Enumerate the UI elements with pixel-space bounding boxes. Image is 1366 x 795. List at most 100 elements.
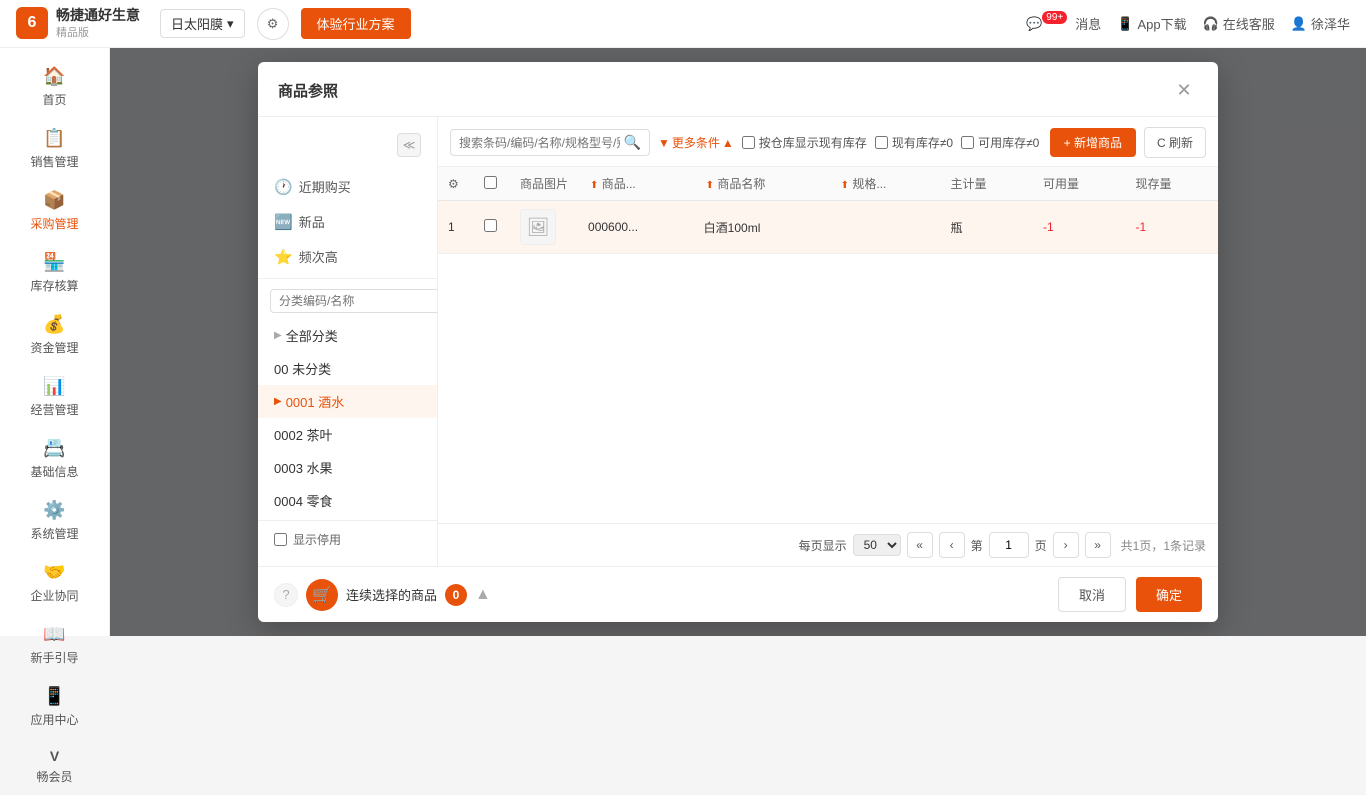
sidebar-label-finance: 资金管理 [30, 339, 78, 356]
cart-collapse-icon[interactable]: ▲ [475, 586, 491, 604]
cat-item-frequent-label: 频次高 [299, 247, 338, 266]
cart-area: ? 🛒 连续选择的商品 0 ▲ [274, 579, 1048, 611]
th-unit-label: 主计量 [951, 177, 987, 191]
cat-item-new[interactable]: 🆕 新品 [258, 204, 437, 239]
row-available: -1 [1033, 201, 1125, 254]
pagination: 每页显示 50 « ‹ 第 页 › » 共1页，1条记录 [438, 523, 1218, 566]
existing-stock-checkbox[interactable] [875, 136, 888, 149]
sort-icon: ⬆ [590, 180, 598, 191]
row-spec [829, 201, 941, 254]
user-nav-item[interactable]: 👤 徐泽华 [1291, 14, 1350, 33]
sidebar-item-procurement[interactable]: 📦 采购管理 [0, 180, 109, 242]
product-table: ⚙ 商品图片 ⬆ 商品... [438, 167, 1218, 254]
th-stock-label: 现存量 [1135, 177, 1171, 191]
page-label: 第 [971, 537, 983, 554]
th-spec-label: 规格... [852, 177, 886, 191]
confirm-button[interactable]: 确定 [1136, 577, 1202, 612]
product-search-input[interactable] [459, 136, 620, 150]
guide-icon: 📖 [43, 624, 65, 645]
store-selector[interactable]: 日太阳膜 ▾ [160, 9, 245, 38]
online-service-nav-item[interactable]: 🎧 在线客服 [1203, 14, 1275, 33]
th-name-label: 商品名称 [717, 177, 765, 191]
page-suffix: 页 [1035, 537, 1047, 554]
cat-snacks[interactable]: 0004 零食 [258, 484, 437, 517]
per-page-select[interactable]: 50 [853, 534, 901, 556]
sidebar-label-enterprise: 企业协同 [30, 587, 78, 604]
inventory-icon: 🏪 [43, 252, 65, 273]
logo-icon: 6 [16, 7, 48, 39]
recent-icon: 🕐 [274, 178, 293, 196]
home-icon: 🏠 [43, 66, 65, 87]
row-unit: 瓶 [941, 201, 1033, 254]
sidebar-item-finance[interactable]: 💰 资金管理 [0, 304, 109, 366]
filter-button[interactable]: ▼ 更多条件 ▲ [658, 134, 734, 151]
row-code: 000600... [578, 201, 694, 254]
search-button[interactable]: 🔍 [624, 134, 641, 151]
cat-search-input[interactable] [270, 289, 438, 313]
cat-tree: ▶ 全部分类 00 未分类 ▶ 0001 酒水 0002 茶 [258, 319, 437, 520]
close-button[interactable]: ✕ [1170, 76, 1198, 104]
cat-item-frequent[interactable]: ⭐ 频次高 [258, 239, 437, 274]
cat-uncategorized[interactable]: 00 未分类 [258, 352, 437, 385]
cat-liquor[interactable]: ▶ 0001 酒水 [258, 385, 437, 418]
next-page-button[interactable]: › [1053, 532, 1079, 558]
first-page-button[interactable]: « [907, 532, 933, 558]
cat-recent-section: 🕐 近期购买 🆕 新品 ⭐ 频次高 [258, 165, 437, 279]
table-row[interactable]: 1 🖼 000600... 白酒100ml [438, 201, 1218, 254]
online-service-label: 在线客服 [1223, 14, 1275, 33]
sidebar-item-system[interactable]: ⚙️ 系统管理 [0, 490, 109, 552]
sidebar-bottom: V 畅会员 [0, 738, 109, 795]
cat-all[interactable]: ▶ 全部分类 [258, 319, 437, 352]
available-stock-filter[interactable]: 可用库存≠0 [961, 134, 1039, 151]
sort-icon2: ⬆ [706, 180, 714, 191]
sidebar-label-sales: 销售管理 [30, 153, 78, 170]
sidebar-item-basic-info[interactable]: 📇 基础信息 [0, 428, 109, 490]
settings-icon[interactable]: ⚙ [257, 8, 289, 40]
add-product-button[interactable]: + 新增商品 [1050, 128, 1136, 157]
sidebar-item-operations[interactable]: 📊 经营管理 [0, 366, 109, 428]
cat-item-recent[interactable]: 🕐 近期购买 [258, 169, 437, 204]
cancel-button[interactable]: 取消 [1058, 577, 1126, 612]
sidebar-item-enterprise[interactable]: 🤝 企业协同 [0, 552, 109, 614]
sidebar-item-guide[interactable]: 📖 新手引导 [0, 614, 109, 676]
dialog-title: 商品参照 [278, 80, 338, 101]
cat-liquor-label: 0001 酒水 [286, 392, 345, 411]
finance-icon: 💰 [43, 314, 65, 335]
show-disabled-checkbox[interactable] [274, 533, 287, 546]
refresh-button[interactable]: C 刷新 [1144, 127, 1206, 158]
sidebar-item-home[interactable]: 🏠 首页 [0, 56, 109, 118]
cart-label: 连续选择的商品 [346, 585, 437, 604]
last-page-button[interactable]: » [1085, 532, 1111, 558]
show-disabled-label: 显示停用 [293, 531, 341, 548]
cat-tea[interactable]: 0002 茶叶 [258, 418, 437, 451]
trial-button[interactable]: 体验行业方案 [301, 8, 411, 39]
logo-text: 畅捷通好生意 [56, 7, 140, 24]
th-available-label: 可用量 [1043, 177, 1079, 191]
select-all-checkbox[interactable] [484, 176, 497, 189]
sidebar-item-vip[interactable]: V 畅会员 [0, 738, 109, 795]
top-nav: 6 畅捷通好生意 精品版 日太阳膜 ▾ ⚙ 体验行业方案 💬 99+ 消息 📱 … [0, 0, 1366, 48]
available-stock-checkbox[interactable] [961, 136, 974, 149]
prev-page-button[interactable]: ‹ [939, 532, 965, 558]
sidebar-item-inventory[interactable]: 🏪 库存核算 [0, 242, 109, 304]
sidebar-item-apps[interactable]: 📱 应用中心 [0, 676, 109, 738]
sort-icon3: ⬆ [841, 180, 849, 191]
existing-stock-filter[interactable]: 现有库存≠0 [875, 134, 953, 151]
sidebar-item-sales[interactable]: 📋 销售管理 [0, 118, 109, 180]
product-image: 🖼 [520, 209, 556, 245]
page-number-input[interactable] [989, 532, 1029, 558]
system-icon: ⚙️ [43, 500, 65, 521]
row-checkbox[interactable] [484, 219, 497, 232]
cat-all-label: 全部分类 [286, 326, 338, 345]
cat-fruit[interactable]: 0003 水果 [258, 451, 437, 484]
help-icon[interactable]: ? [274, 583, 298, 607]
table-area: ⚙ 商品图片 ⬆ 商品... [438, 167, 1218, 523]
app-download-nav-item[interactable]: 📱 App下载 [1117, 14, 1186, 33]
message-nav-item[interactable]: 💬 99+ 消息 [1026, 14, 1101, 33]
cat-collapse-button[interactable]: ≪ [397, 133, 421, 157]
arrow-open-icon: ▶ [274, 396, 282, 407]
warehouse-stock-filter[interactable]: 按仓库显示现有库存 [742, 134, 867, 151]
warehouse-stock-checkbox[interactable] [742, 136, 755, 149]
cat-snacks-label: 0004 零食 [274, 491, 333, 510]
total-info: 共1页，1条记录 [1121, 537, 1206, 554]
